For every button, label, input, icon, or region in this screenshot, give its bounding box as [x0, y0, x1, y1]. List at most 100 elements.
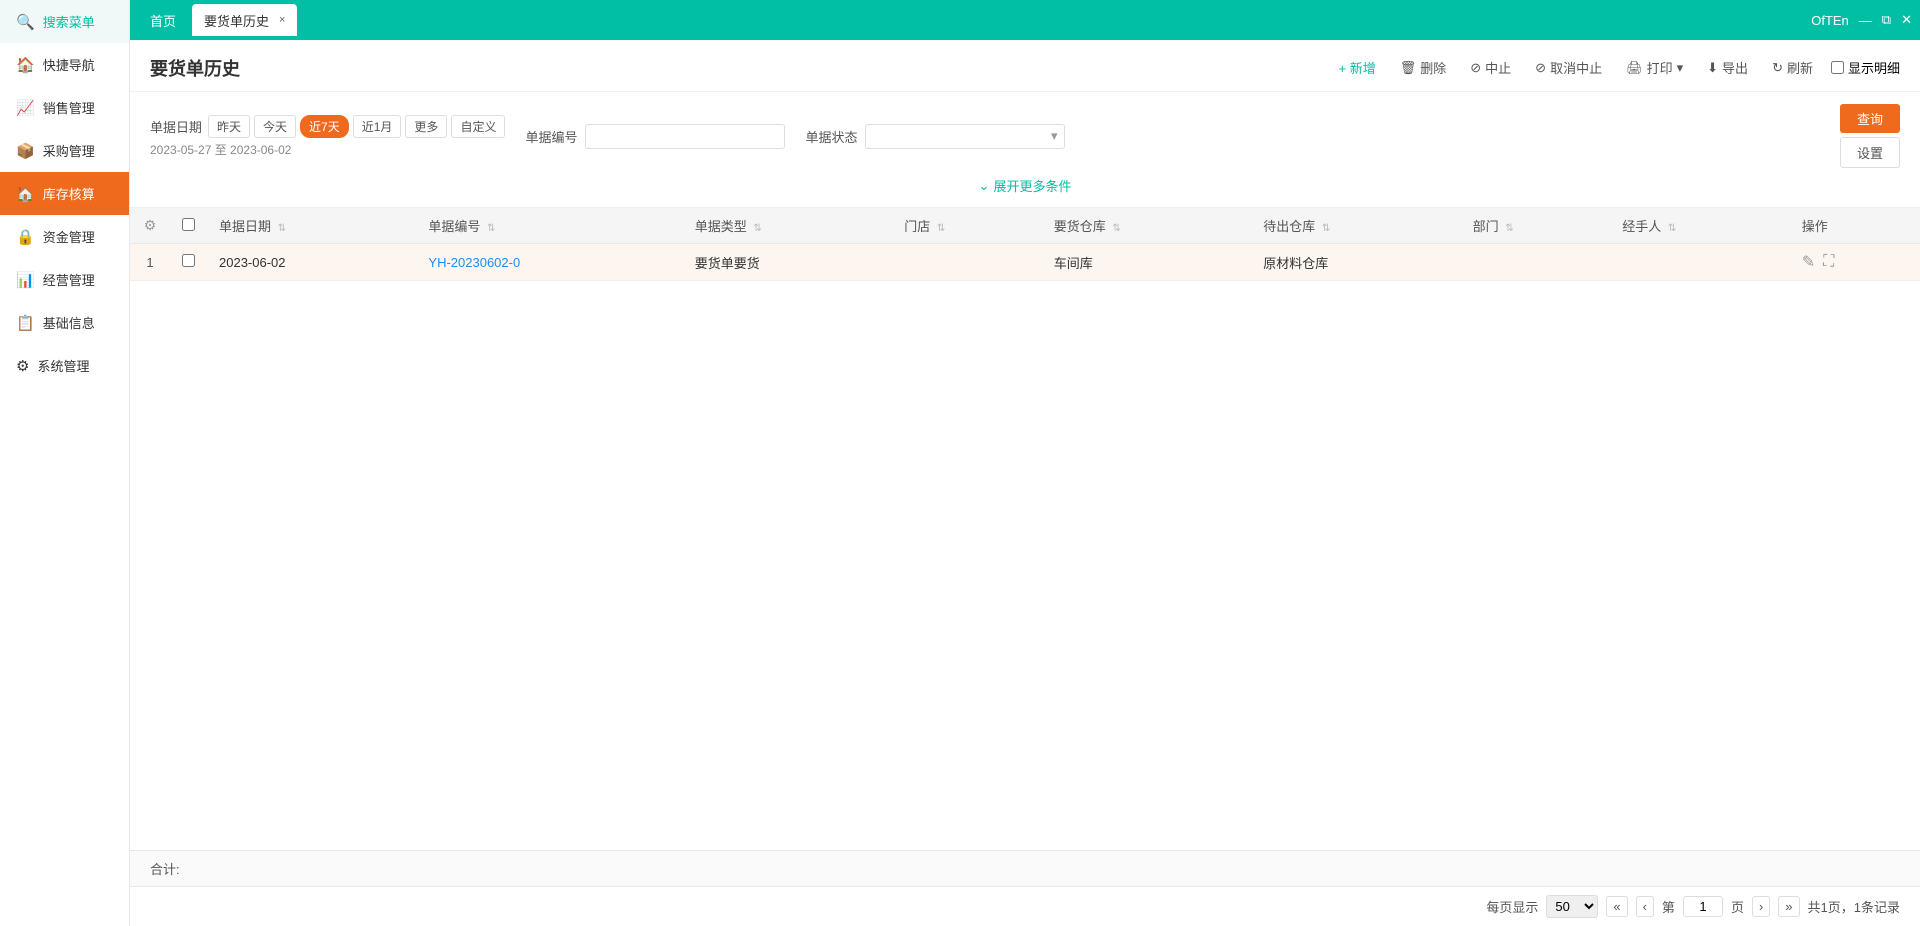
new-button[interactable]: + 新增 — [1332, 54, 1381, 81]
topbar-right: OfTEn — ⧉ ✕ — [1811, 12, 1912, 28]
col-doc-num-label: 单据编号 — [428, 219, 480, 234]
row-delete-icon[interactable]: ⛶ — [1823, 253, 1834, 271]
export-button[interactable]: ⬇ 导出 — [1701, 54, 1754, 81]
sidebar-item-label: 库存核算 — [43, 184, 95, 203]
col-date-sort[interactable]: ⇅ — [278, 223, 286, 234]
tab-ygh-label: 要货单历史 — [204, 11, 269, 30]
page-prev-btn[interactable]: ‹ — [1636, 896, 1654, 917]
col-store-sort[interactable]: ⇅ — [937, 223, 945, 234]
page-last-btn[interactable]: » — [1778, 896, 1799, 917]
row-doc-num-link[interactable]: YH-20230602-0 — [428, 255, 520, 270]
sidebar-item-finance[interactable]: 🔒 资金管理 — [0, 215, 129, 258]
sidebar-item-purchase[interactable]: 📦 采购管理 — [0, 129, 129, 172]
doc-num-label: 单据编号 — [525, 127, 577, 146]
operations-icon: 📊 — [16, 271, 35, 289]
col-doc-num: 单据编号 ⇅ — [416, 208, 682, 244]
page-title: 要货单历史 — [150, 55, 240, 81]
row-actions: ✎ ⛶ — [1790, 244, 1920, 281]
home-icon: 🏠 — [16, 56, 35, 74]
per-page-label: 每页显示 — [1486, 897, 1538, 916]
page-next-btn[interactable]: › — [1752, 896, 1770, 917]
col-department-sort[interactable]: ⇅ — [1505, 223, 1513, 234]
sidebar-item-inventory[interactable]: 🏠 库存核算 — [0, 172, 129, 215]
delete-button-label: 删除 — [1420, 58, 1446, 77]
table-row[interactable]: 1 2023-06-02 YH-20230602-0 要货单要货 车间库 原材料… — [130, 244, 1920, 281]
date-btn-more[interactable]: 更多 — [405, 115, 447, 138]
settings-button[interactable]: 设置 — [1840, 137, 1900, 168]
page-header: 要货单历史 + 新增 🗑 删除 ⊘ 中止 ⊘ 取消中止 🖨 — [130, 40, 1920, 92]
search-menu-icon: 🔍 — [16, 13, 35, 31]
date-btn-custom[interactable]: 自定义 — [451, 115, 505, 138]
date-btn-today[interactable]: 今天 — [254, 115, 296, 138]
export-icon: ⬇ — [1707, 60, 1718, 76]
refresh-button-label: 刷新 — [1787, 58, 1813, 77]
col-actions-label: 操作 — [1802, 219, 1828, 234]
row-doc-type: 要货单要货 — [683, 244, 892, 281]
tab-home[interactable]: 首页 — [138, 4, 188, 36]
col-store: 门店 ⇅ — [892, 208, 1042, 244]
col-doc-num-sort[interactable]: ⇅ — [487, 223, 495, 234]
row-edit-icon[interactable]: ✎ — [1802, 252, 1815, 272]
cancel-stop-button[interactable]: ⊘ 取消中止 — [1529, 54, 1608, 81]
col-department: 部门 ⇅ — [1461, 208, 1611, 244]
tab-close-icon[interactable]: × — [279, 14, 285, 26]
display-detail-checkbox-wrap[interactable]: 显示明细 — [1831, 58, 1900, 77]
pagination-bar: 每页显示 50 100 « ‹ 第 页 › » 共1页，1条记录 — [130, 886, 1920, 926]
col-handler-sort[interactable]: ⇅ — [1668, 223, 1676, 234]
main-table: ⚙ 单据日期 ⇅ 单据编号 ⇅ — [130, 208, 1920, 281]
column-settings-icon[interactable]: ⚙ — [144, 217, 157, 233]
tab-home-label: 首页 — [150, 11, 176, 30]
date-filter-group: 单据日期 昨天 今天 近7天 近1月 更多 自定义 2023-05-27 至 2… — [150, 115, 505, 158]
per-page-select[interactable]: 50 100 — [1546, 895, 1598, 918]
minimize-icon[interactable]: — — [1859, 13, 1872, 28]
page-label: 第 — [1662, 897, 1675, 916]
sidebar-item-label: 资金管理 — [43, 227, 95, 246]
sidebar-item-label: 销售管理 — [43, 98, 95, 117]
sidebar-item-label: 经营管理 — [43, 270, 95, 289]
tab-ygh[interactable]: 要货单历史 × — [192, 4, 297, 36]
date-btn-last-month[interactable]: 近1月 — [353, 115, 402, 138]
expand-more-btn[interactable]: ⌄ 展开更多条件 — [150, 176, 1900, 195]
sidebar-item-operations[interactable]: 📊 经营管理 — [0, 258, 129, 301]
sidebar-item-label: 系统管理 — [37, 356, 89, 375]
row-pending-warehouse: 原材料仓库 — [1251, 244, 1460, 281]
display-detail-checkbox[interactable] — [1831, 61, 1844, 74]
stop-icon: ⊘ — [1470, 60, 1481, 76]
status-select[interactable] — [865, 124, 1065, 149]
stop-button[interactable]: ⊘ 中止 — [1464, 54, 1517, 81]
col-checkbox — [170, 208, 207, 244]
date-btn-yesterday[interactable]: 昨天 — [208, 115, 250, 138]
expand-more-icon: ⌄ — [979, 178, 990, 194]
print-button[interactable]: 🖨 打印 ▾ — [1620, 54, 1689, 81]
sales-icon: 📈 — [16, 99, 35, 117]
col-pending-warehouse-sort[interactable]: ⇅ — [1322, 223, 1330, 234]
page-num-input[interactable] — [1683, 896, 1723, 917]
cancel-stop-icon: ⊘ — [1535, 60, 1546, 76]
page-first-btn[interactable]: « — [1606, 896, 1627, 917]
select-all-checkbox[interactable] — [182, 218, 195, 231]
col-date-label: 单据日期 — [219, 219, 271, 234]
sidebar-item-search-menu[interactable]: 🔍 搜索菜单 — [0, 0, 129, 43]
sidebar-item-sales[interactable]: 📈 销售管理 — [0, 86, 129, 129]
sidebar-item-system[interactable]: ⚙ 系统管理 — [0, 344, 129, 387]
delete-button[interactable]: 🗑 删除 — [1394, 54, 1453, 81]
col-doc-type-sort[interactable]: ⇅ — [753, 223, 761, 234]
row-checkbox[interactable] — [182, 254, 195, 267]
close-window-icon[interactable]: ✕ — [1901, 12, 1912, 28]
table-area: ⚙ 单据日期 ⇅ 单据编号 ⇅ — [130, 208, 1920, 850]
expand-more-label: 展开更多条件 — [993, 176, 1071, 195]
date-btn-last7days[interactable]: 近7天 — [300, 115, 349, 138]
date-filter-label: 单据日期 — [150, 117, 202, 136]
sidebar-item-quick-nav[interactable]: 🏠 快捷导航 — [0, 43, 129, 86]
doc-num-input[interactable] — [585, 124, 785, 149]
sidebar-item-basic-info[interactable]: 📋 基础信息 — [0, 301, 129, 344]
refresh-button[interactable]: ↻ 刷新 — [1766, 54, 1819, 81]
col-doc-type-label: 单据类型 — [695, 219, 747, 234]
print-button-label: 打印 — [1647, 58, 1673, 77]
user-name[interactable]: OfTEn — [1811, 13, 1849, 28]
sidebar: 🔍 搜索菜单 🏠 快捷导航 📈 销售管理 📦 采购管理 🏠 库存核算 🔒 资金管… — [0, 0, 130, 926]
col-req-warehouse-sort[interactable]: ⇅ — [1112, 223, 1120, 234]
restore-icon[interactable]: ⧉ — [1882, 12, 1891, 28]
row-department — [1461, 244, 1611, 281]
query-button[interactable]: 查询 — [1840, 104, 1900, 133]
